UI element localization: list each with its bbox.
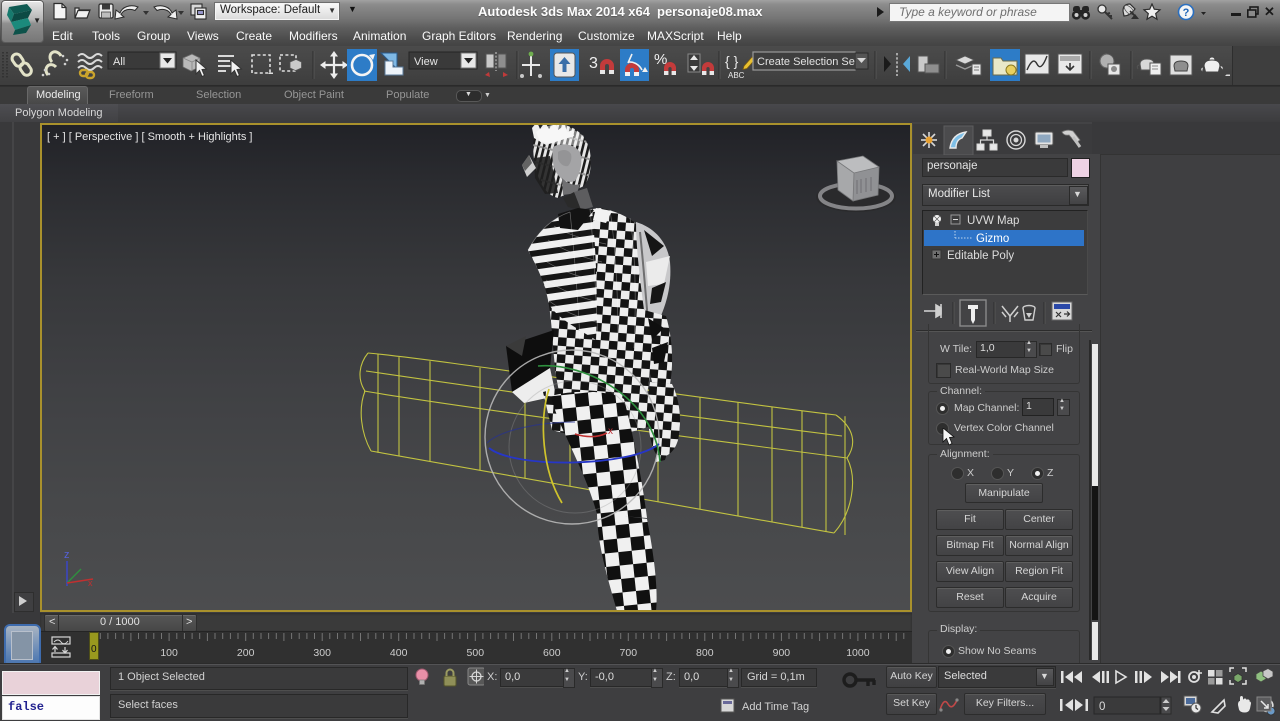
svg-text:900: 900 — [773, 647, 791, 659]
svg-text:300: 300 — [313, 647, 331, 659]
svg-text:Gizmo: Gizmo — [976, 233, 1009, 245]
svg-text:700: 700 — [620, 647, 638, 659]
svg-text:View: View — [414, 56, 438, 68]
svg-text:z: z — [64, 549, 70, 561]
svg-text:3: 3 — [589, 55, 598, 72]
svg-text:Editable Poly: Editable Poly — [947, 250, 1014, 262]
svg-text:200: 200 — [237, 647, 255, 659]
svg-text:ABC: ABC — [728, 71, 745, 80]
svg-text:?: ? — [1183, 7, 1190, 19]
svg-text:UVW Map: UVW Map — [967, 215, 1019, 227]
svg-text:{ }: { } — [725, 53, 739, 69]
svg-text:400: 400 — [390, 647, 408, 659]
svg-text:Create Selection Set: Create Selection Set — [757, 56, 858, 68]
svg-text:800: 800 — [696, 647, 714, 659]
svg-text:All: All — [113, 56, 125, 68]
svg-text:1000: 1000 — [846, 647, 870, 659]
svg-text:x: x — [608, 426, 613, 437]
svg-text:500: 500 — [467, 647, 485, 659]
svg-text:100: 100 — [160, 647, 178, 659]
svg-text:x: x — [88, 578, 93, 588]
svg-text:0: 0 — [1099, 701, 1105, 713]
svg-text:600: 600 — [543, 647, 561, 659]
